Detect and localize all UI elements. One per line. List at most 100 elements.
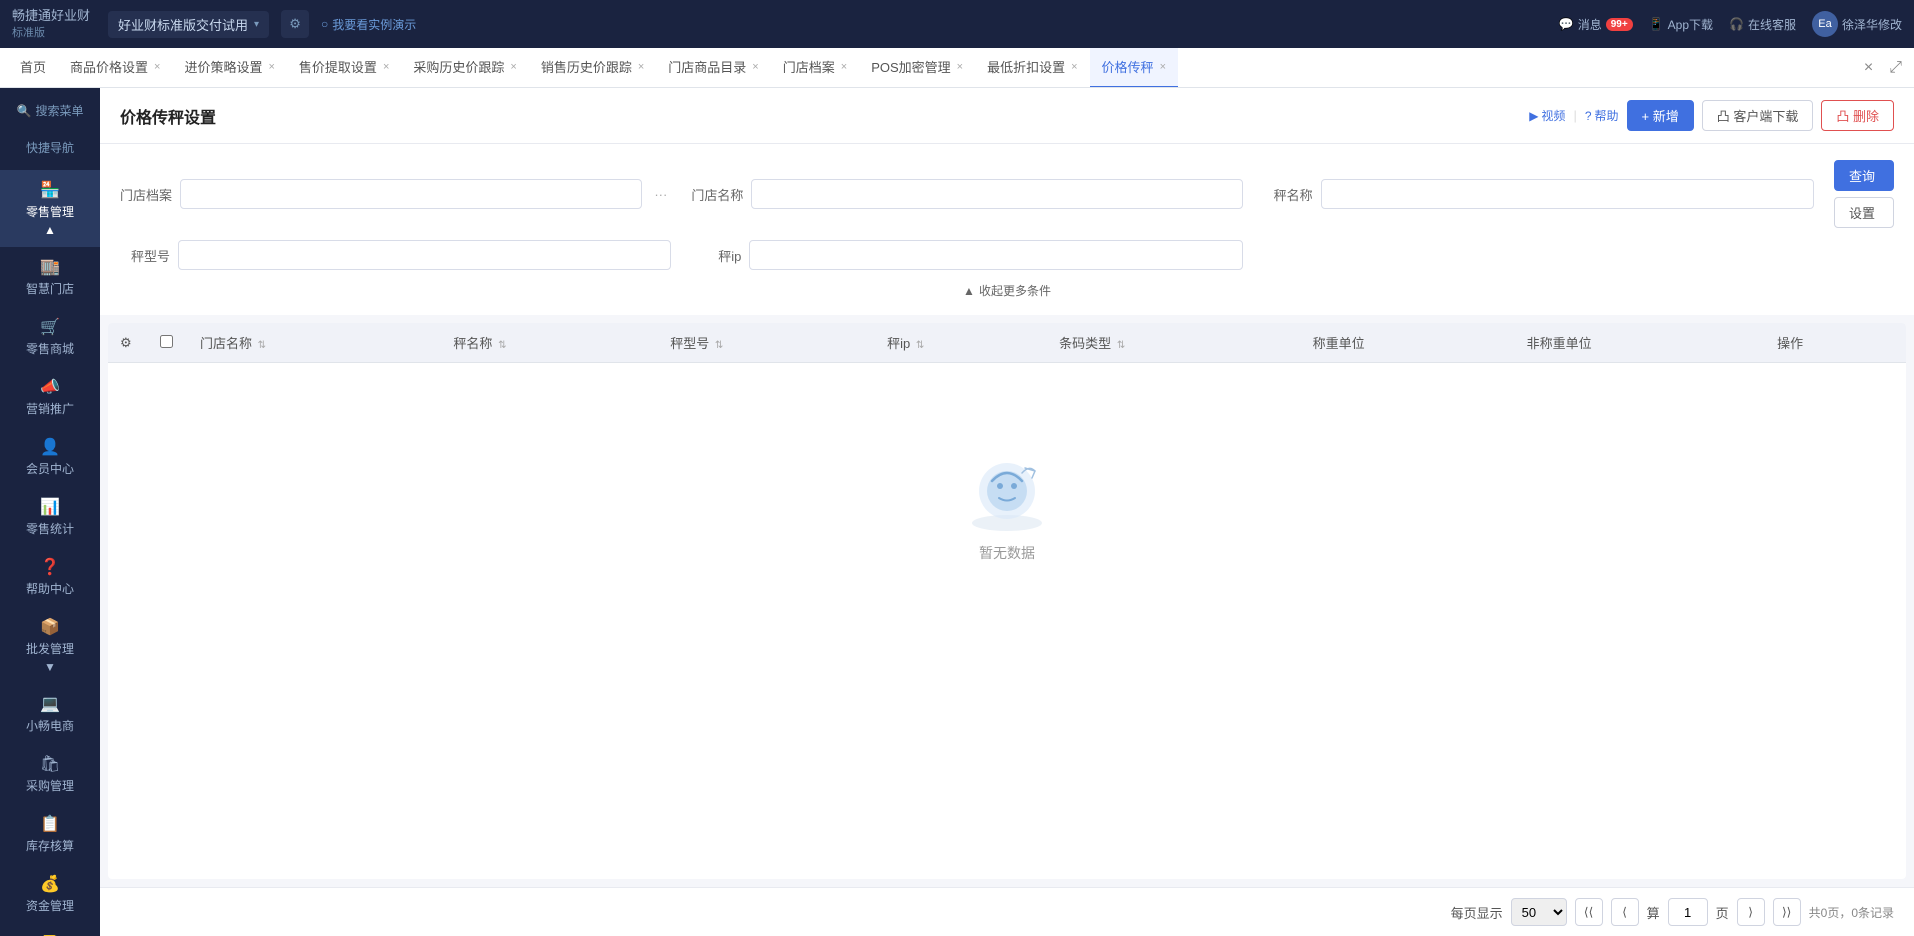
collapse-btn[interactable]: ▲ 收起更多条件 xyxy=(120,282,1894,299)
close-icon[interactable]: × xyxy=(638,61,644,73)
close-icon[interactable]: × xyxy=(1160,61,1166,73)
sidebar-item-label: 零售统计 xyxy=(26,520,74,537)
filter-scale-ip: 秤ip xyxy=(691,240,1242,270)
filter-actions: 查询 设置 xyxy=(1834,160,1894,228)
th-gear[interactable]: ⚙ xyxy=(108,323,148,363)
tab-min-discount[interactable]: 最低折扣设置 × xyxy=(975,48,1089,88)
settings-filter-btn[interactable]: 设置 xyxy=(1834,197,1894,228)
video-icon: ▶ xyxy=(1529,109,1538,123)
tab-store-file[interactable]: 门店档案 × xyxy=(771,48,859,88)
logo-sub: 标准版 xyxy=(12,24,45,40)
sidebar-item-ecommerce[interactable]: 💻 小畅电商 xyxy=(0,684,100,744)
sidebar-item-retail-stats[interactable]: 📊 零售统计 xyxy=(0,487,100,547)
scale-ip-input[interactable] xyxy=(749,240,1242,270)
sidebar-item-label: 营销推广 xyxy=(26,400,74,417)
scale-model-input[interactable] xyxy=(178,240,671,270)
sidebar-item-marketing[interactable]: 📣 营销推广 xyxy=(0,367,100,427)
tab-product-price[interactable]: 商品价格设置 × xyxy=(58,48,172,88)
online-service-btn[interactable]: 🎧 在线客服 xyxy=(1729,16,1796,33)
stats-icon: 📊 xyxy=(40,497,60,517)
message-btn[interactable]: 💬 消息 99+ xyxy=(1559,16,1633,33)
message-label: 消息 xyxy=(1578,16,1602,33)
online-service-label: 在线客服 xyxy=(1748,16,1796,33)
close-icon[interactable]: × xyxy=(268,61,274,73)
sidebar-item-help[interactable]: ❓ 帮助中心 xyxy=(0,547,100,607)
shortcut-nav-btn[interactable]: 快捷导航 xyxy=(0,133,100,162)
top-bar: 畅捷通好业财 标准版 好业财标准版交付试用 ▾ ⚙ ○ 我要看实例演示 💬 消息… xyxy=(0,0,1914,48)
more-options-icon[interactable]: ··· xyxy=(650,187,671,202)
sidebar-item-label: 智慧门店 xyxy=(26,280,74,297)
search-menu-btn[interactable]: 🔍 搜索菜单 xyxy=(8,96,92,125)
delete-btn[interactable]: 凸 删除 xyxy=(1821,100,1894,131)
close-tab-btn[interactable]: × xyxy=(1860,59,1877,77)
filter-scale-model: 秤型号 xyxy=(120,240,671,270)
th-store-name[interactable]: 门店名称 ⇅ xyxy=(188,323,441,363)
smart-store-icon: 🏬 xyxy=(40,257,60,277)
help-btn[interactable]: ? 帮助 xyxy=(1585,107,1619,124)
filter-area: 门店档案 ··· 门店名称 秤名称 查询 设置 xyxy=(100,144,1914,315)
th-scale-ip[interactable]: 秤ip ⇅ xyxy=(875,323,1047,363)
first-page-btn[interactable]: ⟨⟨ xyxy=(1575,898,1603,926)
sidebar-item-ledger[interactable]: 📒 总账管理 xyxy=(0,924,100,936)
page-size-select[interactable]: 50 10 20 100 xyxy=(1511,898,1567,926)
user-initials: Ea xyxy=(1818,18,1831,30)
select-all-checkbox[interactable] xyxy=(160,335,173,348)
th-scale-name[interactable]: 秤名称 ⇅ xyxy=(441,323,658,363)
scale-name-input[interactable] xyxy=(1321,179,1814,209)
tab-bar: 首页 商品价格设置 × 进价策略设置 × 售价提取设置 × 采购历史价跟踪 × … xyxy=(0,48,1914,88)
new-btn[interactable]: + 新增 xyxy=(1627,100,1694,131)
close-icon[interactable]: × xyxy=(383,61,389,73)
tab-home[interactable]: 首页 xyxy=(8,48,58,88)
th-barcode-type[interactable]: 条码类型 ⇅ xyxy=(1047,323,1300,363)
scale-name-label: 秤名称 xyxy=(1263,185,1313,204)
store-name-input[interactable] xyxy=(751,179,1242,209)
page-suffix: 页 xyxy=(1716,903,1729,922)
sidebar-item-retail-manage[interactable]: 🏪 零售管理 ▲ xyxy=(0,170,100,247)
demo-link[interactable]: ○ 我要看实例演示 xyxy=(321,16,416,33)
tab-purchase-history[interactable]: 采购历史价跟踪 × xyxy=(401,48,528,88)
purchase-icon: 🛍 xyxy=(40,754,60,774)
tab-price-scale[interactable]: 价格传秤 × xyxy=(1090,48,1178,88)
sidebar-item-inventory[interactable]: 📋 库存核算 xyxy=(0,804,100,864)
close-icon[interactable]: × xyxy=(957,61,963,73)
th-check[interactable] xyxy=(148,323,188,363)
page-number-input[interactable] xyxy=(1668,898,1708,926)
tab-sell-price[interactable]: 售价提取设置 × xyxy=(287,48,401,88)
sidebar-item-smart-store[interactable]: 🏬 智慧门店 xyxy=(0,247,100,307)
close-icon[interactable]: × xyxy=(752,61,758,73)
tab-pos-manage[interactable]: POS加密管理 × xyxy=(859,48,975,88)
tab-store-catalog[interactable]: 门店商品目录 × xyxy=(656,48,770,88)
prev-page-btn[interactable]: ⟨ xyxy=(1611,898,1639,926)
th-weight-unit[interactable]: 称重单位 xyxy=(1301,323,1515,363)
tab-sell-history[interactable]: 销售历史价跟踪 × xyxy=(529,48,656,88)
product-selector[interactable]: 好业财标准版交付试用 ▾ xyxy=(108,11,269,38)
user-avatar[interactable]: Ea 徐泽华修改 xyxy=(1812,11,1902,37)
sidebar-item-purchase[interactable]: 🛍 采购管理 xyxy=(0,744,100,804)
next-page-btn[interactable]: ⟩ xyxy=(1737,898,1765,926)
last-page-btn[interactable]: ⟩⟩ xyxy=(1773,898,1801,926)
app-download-btn[interactable]: 📱 App下载 xyxy=(1649,16,1713,33)
store-file-input[interactable] xyxy=(180,179,642,209)
sidebar-item-retail-mall[interactable]: 🛒 零售商城 xyxy=(0,307,100,367)
expand-tab-btn[interactable]: ⤢ xyxy=(1885,59,1906,77)
search-label: 搜索菜单 xyxy=(35,102,83,119)
tab-purchase-strategy[interactable]: 进价策略设置 × xyxy=(172,48,286,88)
close-icon[interactable]: × xyxy=(1071,61,1077,73)
video-btn[interactable]: ▶ 视频 xyxy=(1529,107,1565,124)
th-scale-model[interactable]: 秤型号 ⇅ xyxy=(658,323,875,363)
shortcut-label: 快捷导航 xyxy=(26,139,74,156)
sidebar-item-label: 帮助中心 xyxy=(26,580,74,597)
close-icon[interactable]: × xyxy=(154,61,160,73)
page-size-label: 每页显示 xyxy=(1451,903,1503,922)
sidebar-item-member[interactable]: 👤 会员中心 xyxy=(0,427,100,487)
download-btn[interactable]: 凸 客户端下载 xyxy=(1702,100,1814,131)
query-btn[interactable]: 查询 xyxy=(1834,160,1894,191)
close-icon[interactable]: × xyxy=(841,61,847,73)
finance-icon: 💰 xyxy=(40,874,60,894)
headset-icon: 🎧 xyxy=(1729,17,1744,31)
sidebar-item-wholesale[interactable]: 📦 批发管理 ▼ xyxy=(0,607,100,684)
settings-btn[interactable]: ⚙ xyxy=(281,10,309,38)
sidebar-item-finance[interactable]: 💰 资金管理 xyxy=(0,864,100,924)
content-area: 价格传秤设置 ▶ 视频 | ? 帮助 + 新增 凸 客户端下载 凸 删除 xyxy=(100,88,1914,936)
close-icon[interactable]: × xyxy=(510,61,516,73)
